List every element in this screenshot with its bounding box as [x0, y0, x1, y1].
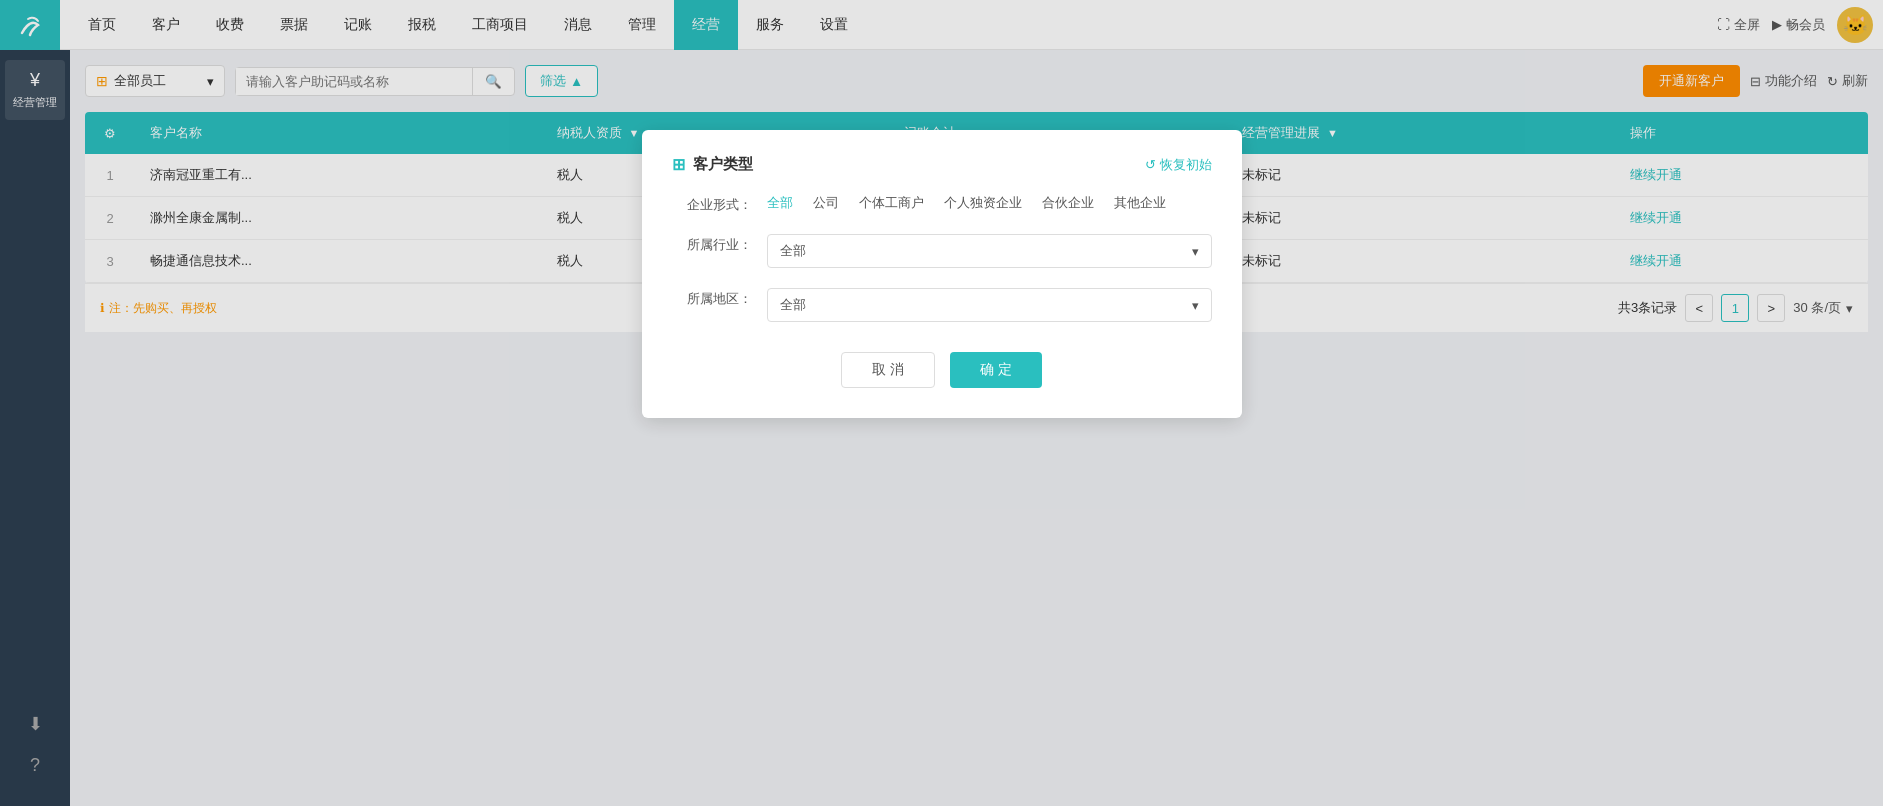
industry-value: 全部	[780, 242, 806, 260]
confirm-button[interactable]: 确 定	[950, 352, 1042, 388]
industry-form-row: 所属行业： 全部 ▾	[672, 234, 1212, 268]
industry-content: 全部 ▾	[767, 234, 1212, 268]
reset-button[interactable]: ↺ 恢复初始	[1145, 156, 1212, 174]
type-options: 全部 公司 个体工商户 个人独资企业 合伙企业 其他企业	[767, 194, 1212, 212]
modal-title: ⊞ 客户类型	[672, 155, 753, 174]
enterprise-form-label: 企业形式：	[672, 194, 752, 214]
reset-icon: ↺	[1145, 157, 1156, 172]
modal-header: ⊞ 客户类型 ↺ 恢复初始	[672, 155, 1212, 174]
filter-modal: ⊞ 客户类型 ↺ 恢复初始 企业形式： 全部 公司 个体工商户 个人独资企业 合…	[642, 130, 1242, 418]
region-value: 全部	[780, 296, 806, 314]
modal-overlay: ⊞ 客户类型 ↺ 恢复初始 企业形式： 全部 公司 个体工商户 个人独资企业 合…	[0, 0, 1883, 806]
industry-label: 所属行业：	[672, 234, 752, 254]
region-form-row: 所属地区： 全部 ▾	[672, 288, 1212, 322]
type-option-other[interactable]: 其他企业	[1114, 194, 1166, 212]
region-chevron-icon: ▾	[1192, 298, 1199, 313]
region-label: 所属地区：	[672, 288, 752, 308]
industry-chevron-icon: ▾	[1192, 244, 1199, 259]
enterprise-form-row: 企业形式： 全部 公司 个体工商户 个人独资企业 合伙企业 其他企业	[672, 194, 1212, 214]
industry-select[interactable]: 全部 ▾	[767, 234, 1212, 268]
type-option-individual[interactable]: 个体工商户	[859, 194, 924, 212]
type-option-all[interactable]: 全部	[767, 194, 793, 212]
region-content: 全部 ▾	[767, 288, 1212, 322]
grid-icon: ⊞	[672, 155, 685, 174]
modal-footer: 取 消 确 定	[672, 352, 1212, 388]
region-select[interactable]: 全部 ▾	[767, 288, 1212, 322]
cancel-button[interactable]: 取 消	[841, 352, 935, 388]
enterprise-options: 全部 公司 个体工商户 个人独资企业 合伙企业 其他企业	[767, 194, 1212, 212]
type-option-sole[interactable]: 个人独资企业	[944, 194, 1022, 212]
type-option-partnership[interactable]: 合伙企业	[1042, 194, 1094, 212]
type-option-company[interactable]: 公司	[813, 194, 839, 212]
